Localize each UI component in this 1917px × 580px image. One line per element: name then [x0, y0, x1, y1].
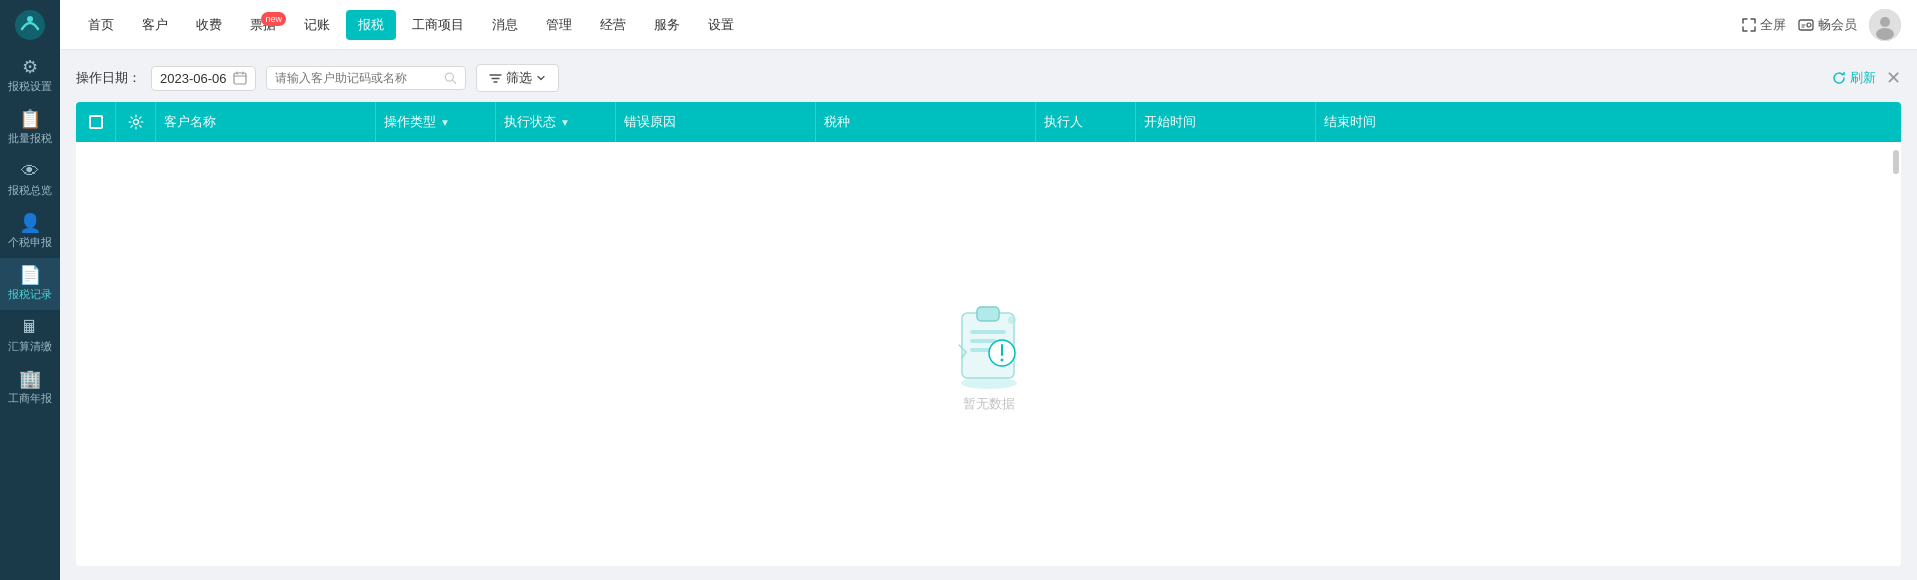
piliangshuishui-icon: 📋 — [19, 110, 41, 128]
svg-point-5 — [1880, 17, 1890, 27]
sidebar-logo[interactable] — [0, 0, 60, 50]
empty-illustration — [944, 295, 1034, 395]
nav-item-xiaoxi[interactable]: 消息 — [480, 10, 530, 40]
sidebar-item-baoshuishezhi[interactable]: ⚙ 报税设置 — [0, 50, 60, 102]
search-input[interactable] — [275, 71, 438, 85]
table-container: 客户名称 操作类型 ▼ 执行状态 ▼ 错误原因 税种 执行人 — [76, 102, 1901, 566]
sidebar-item-piliangshuishui[interactable]: 📋 批量报税 — [0, 102, 60, 154]
fullscreen-icon — [1742, 18, 1756, 32]
sidebar-item-label: 批量报税 — [8, 131, 52, 146]
nav-item-shezhi[interactable]: 设置 — [696, 10, 746, 40]
close-button[interactable]: ✕ — [1886, 69, 1901, 87]
sidebar-item-label: 报税总览 — [8, 183, 52, 198]
nav-item-fuwu[interactable]: 服务 — [642, 10, 692, 40]
sort-icon-exec-status: ▼ — [560, 117, 570, 128]
scrollbar-thumb[interactable] — [1893, 150, 1899, 174]
search-box[interactable] — [266, 66, 466, 90]
select-all-checkbox[interactable] — [89, 115, 103, 129]
svg-rect-14 — [970, 339, 996, 343]
topnav-items: 首页 客户 收费 票据 new 记账 报税 工商项目 消息 — [76, 10, 1742, 40]
th-executor: 执行人 — [1036, 102, 1136, 142]
settings-icon — [128, 114, 144, 130]
baoshuishezhi-icon: ⚙ — [22, 58, 38, 76]
nav-item-jizhang[interactable]: 记账 — [292, 10, 342, 40]
date-label: 操作日期： — [76, 69, 141, 87]
th-tax-type: 税种 — [816, 102, 1036, 142]
date-value: 2023-06-06 — [160, 71, 227, 86]
empty-text: 暂无数据 — [963, 395, 1015, 413]
svg-point-6 — [1876, 28, 1894, 40]
page-content: 操作日期： 2023-06-06 筛选 — [60, 50, 1917, 580]
huisuanjiaona-icon: 🖩 — [21, 318, 39, 336]
svg-point-1 — [27, 16, 33, 22]
th-end-time: 结束时间 — [1316, 102, 1496, 142]
refresh-button[interactable]: 刷新 — [1832, 69, 1876, 87]
filter-button[interactable]: 筛选 — [476, 64, 559, 92]
nav-item-gongshanxiangmu[interactable]: 工商项目 — [400, 10, 476, 40]
filter-label: 筛选 — [506, 69, 532, 87]
svg-point-20 — [1008, 316, 1016, 324]
calendar-icon — [233, 71, 247, 85]
nav-item-jingying[interactable]: 经营 — [588, 10, 638, 40]
empty-state: 暂无数据 — [76, 142, 1901, 566]
nav-item-kehu[interactable]: 客户 — [130, 10, 180, 40]
user-avatar[interactable] — [1869, 9, 1901, 41]
th-customer-name: 客户名称 — [156, 102, 376, 142]
toolbar: 操作日期： 2023-06-06 筛选 — [76, 64, 1901, 92]
svg-rect-12 — [977, 307, 999, 321]
sidebar-item-label: 个税申报 — [8, 235, 52, 250]
new-badge: new — [261, 12, 286, 27]
baoshuizonglan-icon: 👁 — [21, 162, 39, 180]
filter-icon — [489, 72, 502, 85]
avatar-icon — [1869, 9, 1901, 41]
chevron-down-icon — [536, 73, 546, 83]
member-icon — [1798, 18, 1814, 32]
nav-item-shoufu[interactable]: 收费 — [184, 10, 234, 40]
nav-item-guanli[interactable]: 管理 — [534, 10, 584, 40]
sidebar-item-geshuishenbao[interactable]: 👤 个税申报 — [0, 206, 60, 258]
sidebar-item-label: 报税记录 — [8, 287, 52, 302]
nav-item-piaoju[interactable]: 票据 new — [238, 10, 288, 40]
svg-rect-7 — [234, 73, 246, 84]
sidebar-item-huisuanjiaona[interactable]: 🖩 汇算清缴 — [0, 310, 60, 362]
baoshuijilu-icon: 📄 — [19, 266, 41, 284]
svg-point-0 — [15, 10, 45, 40]
svg-point-17 — [1000, 359, 1003, 362]
member-button[interactable]: 畅会员 — [1798, 16, 1857, 34]
gongshangnianobao-icon: 🏢 — [19, 370, 41, 388]
svg-rect-13 — [970, 330, 1006, 334]
sidebar-item-gongshangnianobao[interactable]: 🏢 工商年报 — [0, 362, 60, 414]
sidebar-item-label: 汇算清缴 — [8, 339, 52, 354]
sidebar-item-baoshuizonglan[interactable]: 👁 报税总览 — [0, 154, 60, 206]
th-exec-status[interactable]: 执行状态 ▼ — [496, 102, 616, 142]
sort-icon-operation-type: ▼ — [440, 117, 450, 128]
topnav: 首页 客户 收费 票据 new 记账 报税 工商项目 消息 — [60, 0, 1917, 50]
date-picker[interactable]: 2023-06-06 — [151, 66, 256, 91]
nav-item-shouye[interactable]: 首页 — [76, 10, 126, 40]
th-error-reason: 错误原因 — [616, 102, 816, 142]
svg-point-3 — [1807, 23, 1811, 27]
th-operation-type[interactable]: 操作类型 ▼ — [376, 102, 496, 142]
topnav-right: 全屏 畅会员 — [1742, 9, 1901, 41]
refresh-icon — [1832, 71, 1846, 85]
sidebar-item-label: 工商年报 — [8, 391, 52, 406]
table-header: 客户名称 操作类型 ▼ 执行状态 ▼ 错误原因 税种 执行人 — [76, 102, 1901, 142]
nav-item-baoshui[interactable]: 报税 — [346, 10, 396, 40]
svg-point-10 — [961, 377, 1017, 389]
th-settings[interactable] — [116, 102, 156, 142]
sidebar: ⚙ 报税设置 📋 批量报税 👁 报税总览 👤 个税申报 📄 报税记录 🖩 汇算清… — [0, 0, 60, 580]
svg-point-9 — [133, 120, 138, 125]
fullscreen-button[interactable]: 全屏 — [1742, 16, 1786, 34]
sidebar-item-baoshuijilu[interactable]: 📄 报税记录 — [0, 258, 60, 310]
refresh-label: 刷新 — [1850, 69, 1876, 87]
th-start-time: 开始时间 — [1136, 102, 1316, 142]
geshuishenbao-icon: 👤 — [19, 214, 41, 232]
sidebar-item-label: 报税设置 — [8, 79, 52, 94]
th-checkbox[interactable] — [76, 102, 116, 142]
main-container: 首页 客户 收费 票据 new 记账 报税 工商项目 消息 — [60, 0, 1917, 580]
search-icon — [444, 71, 457, 85]
